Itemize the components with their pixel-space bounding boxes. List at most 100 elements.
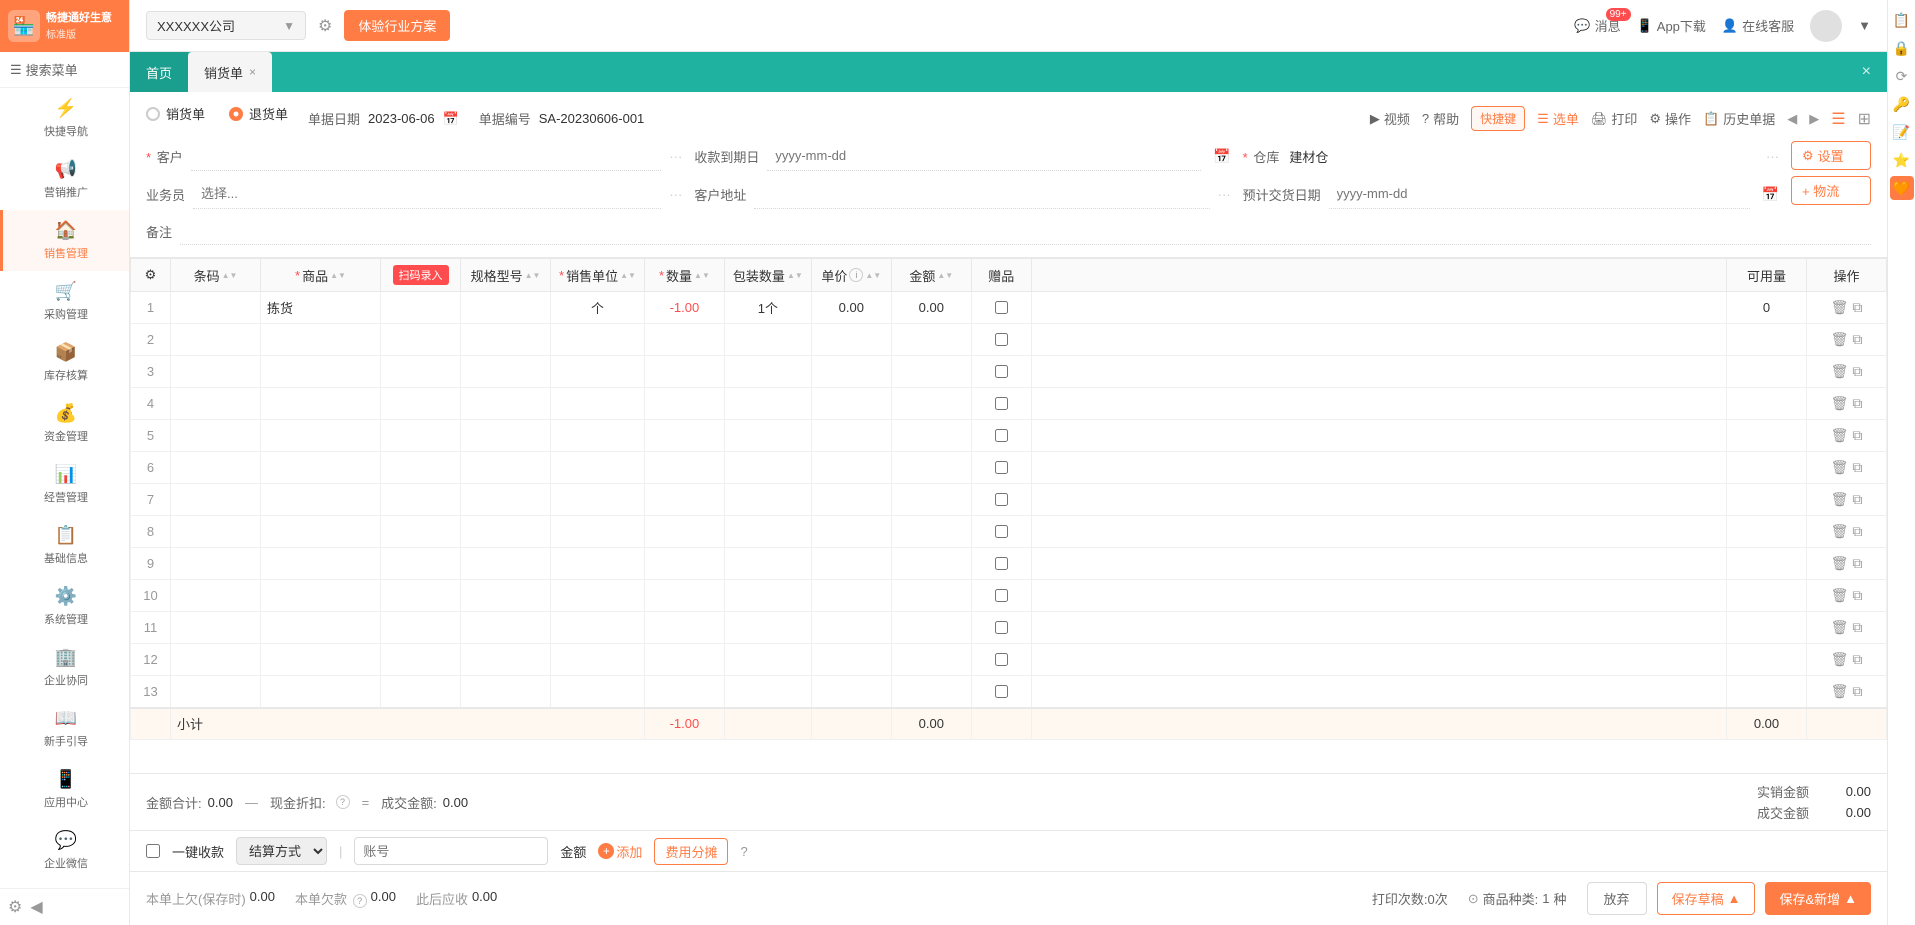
copy-icon[interactable]: ⧉ (1852, 587, 1862, 604)
cell-pkg-qty[interactable] (724, 676, 811, 708)
sidebar-item-inventory[interactable]: 📦 库存核算 (0, 332, 129, 393)
cell-pkg-qty[interactable]: 1个 (724, 292, 811, 324)
copy-icon[interactable]: ⧉ (1852, 491, 1862, 508)
username[interactable]: ▼ (1858, 18, 1871, 33)
cell-qty[interactable] (644, 612, 724, 644)
cell-barcode[interactable] (171, 644, 261, 676)
cell-price[interactable] (811, 484, 891, 516)
cell-pkg-qty[interactable] (724, 452, 811, 484)
logistics-btn[interactable]: + 物流 (1791, 176, 1871, 205)
help-btn[interactable]: ? 帮助 (1422, 109, 1459, 128)
cell-price[interactable] (811, 452, 891, 484)
cell-price[interactable]: 0.00 (811, 292, 891, 324)
pkg-sort-icon[interactable]: ▲▼ (787, 271, 803, 280)
cell-gift[interactable] (971, 484, 1031, 516)
panel-icon-5[interactable]: 📝 (1890, 120, 1914, 144)
product-count-icon[interactable]: ⊙ (1468, 891, 1479, 907)
cell-product[interactable] (261, 420, 381, 452)
cell-amount[interactable] (891, 548, 971, 580)
tab-sale-order[interactable]: 销货单 × (188, 52, 272, 92)
sidebar-item-system[interactable]: ⚙️ 系统管理 (0, 576, 129, 637)
cell-barcode[interactable] (171, 292, 261, 324)
print-btn[interactable]: 🖨 打印 (1591, 109, 1638, 128)
next-icon[interactable]: ▶ (1809, 111, 1819, 127)
cell-product[interactable] (261, 548, 381, 580)
cell-qty[interactable]: -1.00 (644, 292, 724, 324)
cell-amount[interactable] (891, 356, 971, 388)
cell-product[interactable] (261, 356, 381, 388)
cell-pkg-qty[interactable] (724, 420, 811, 452)
sidebar-item-marketing[interactable]: 📢 营销推广 (0, 149, 129, 210)
tab-close-icon[interactable]: × (249, 65, 256, 79)
copy-icon[interactable]: ⧉ (1852, 427, 1862, 444)
cell-barcode[interactable] (171, 676, 261, 708)
history-btn[interactable]: 📋 历史单据 (1703, 109, 1775, 128)
panel-icon-7[interactable]: 🧡 (1890, 176, 1914, 200)
cell-qty[interactable] (644, 580, 724, 612)
copy-icon[interactable]: ⧉ (1852, 555, 1862, 572)
cell-price[interactable] (811, 420, 891, 452)
cell-qty[interactable] (644, 324, 724, 356)
discard-button[interactable]: 放弃 (1587, 882, 1647, 915)
cell-price[interactable] (811, 644, 891, 676)
radio-return[interactable]: 退货单 (229, 104, 288, 123)
note-input[interactable] (180, 217, 1871, 245)
cell-price[interactable] (811, 548, 891, 580)
copy-icon[interactable]: ⧉ (1852, 363, 1862, 380)
cell-gift[interactable] (971, 420, 1031, 452)
collapse-icon[interactable]: ◀ (30, 897, 42, 917)
cell-gift[interactable] (971, 676, 1031, 708)
copy-icon[interactable]: ⧉ (1852, 683, 1862, 700)
cell-barcode[interactable] (171, 452, 261, 484)
cell-unit[interactable] (551, 324, 645, 356)
delete-icon[interactable]: 🗑 (1831, 619, 1849, 636)
cell-spec[interactable] (461, 292, 551, 324)
unit-sort-icon[interactable]: ▲▼ (620, 271, 636, 280)
sidebar-item-purchase[interactable]: 🛒 采购管理 (0, 271, 129, 332)
add-btn[interactable]: + 添加 (598, 842, 642, 861)
delete-icon[interactable]: 🗑 (1831, 587, 1849, 604)
delete-icon[interactable]: 🗑 (1831, 523, 1849, 540)
cell-unit[interactable] (551, 452, 645, 484)
tab-home[interactable]: 首页 (130, 52, 188, 92)
th-settings[interactable]: ⚙ (131, 259, 171, 292)
sidebar-item-sales[interactable]: 🏠 销售管理 (0, 210, 129, 271)
delete-icon[interactable]: 🗑 (1831, 683, 1849, 700)
cell-unit[interactable] (551, 420, 645, 452)
cell-unit[interactable] (551, 548, 645, 580)
delete-icon[interactable]: 🗑 (1831, 363, 1849, 380)
cell-amount[interactable] (891, 420, 971, 452)
cell-price[interactable] (811, 580, 891, 612)
shortcut-btn[interactable]: 快捷键 (1471, 106, 1525, 131)
cell-spec[interactable] (461, 452, 551, 484)
copy-icon[interactable]: ⧉ (1852, 651, 1862, 668)
cell-amount[interactable] (891, 676, 971, 708)
cell-price[interactable] (811, 612, 891, 644)
cell-product[interactable] (261, 676, 381, 708)
cell-spec[interactable] (461, 644, 551, 676)
operation-btn[interactable]: ⚙ 操作 (1649, 109, 1691, 128)
radio-sale[interactable]: 销货单 (146, 104, 205, 123)
one-click-checkbox[interactable] (146, 844, 160, 858)
copy-icon[interactable]: ⧉ (1852, 395, 1862, 412)
sidebar-item-appstore[interactable]: 📱 应用中心 (0, 759, 129, 820)
customer-more-icon[interactable]: ··· (669, 149, 682, 164)
search-menu-item[interactable]: ☰ 搜索菜单 (0, 52, 129, 88)
cell-gift[interactable] (971, 388, 1031, 420)
cell-product[interactable] (261, 452, 381, 484)
cell-qty[interactable] (644, 452, 724, 484)
cell-spec[interactable] (461, 356, 551, 388)
qty-sort-icon[interactable]: ▲▼ (694, 271, 710, 280)
cell-gift[interactable] (971, 612, 1031, 644)
cell-spec[interactable] (461, 388, 551, 420)
cell-gift[interactable] (971, 516, 1031, 548)
amount-sort-icon[interactable]: ▲▼ (937, 271, 953, 280)
cell-amount[interactable] (891, 580, 971, 612)
cell-product[interactable] (261, 388, 381, 420)
cell-product[interactable] (261, 484, 381, 516)
table-container[interactable]: ⚙ 条码 ▲▼ *商品 ▲▼ (130, 258, 1887, 773)
expected-date-cal-icon[interactable]: 📅 (1762, 186, 1779, 203)
cell-unit[interactable] (551, 388, 645, 420)
cell-qty[interactable] (644, 388, 724, 420)
select-btn[interactable]: ☰ 选单 (1537, 109, 1579, 128)
